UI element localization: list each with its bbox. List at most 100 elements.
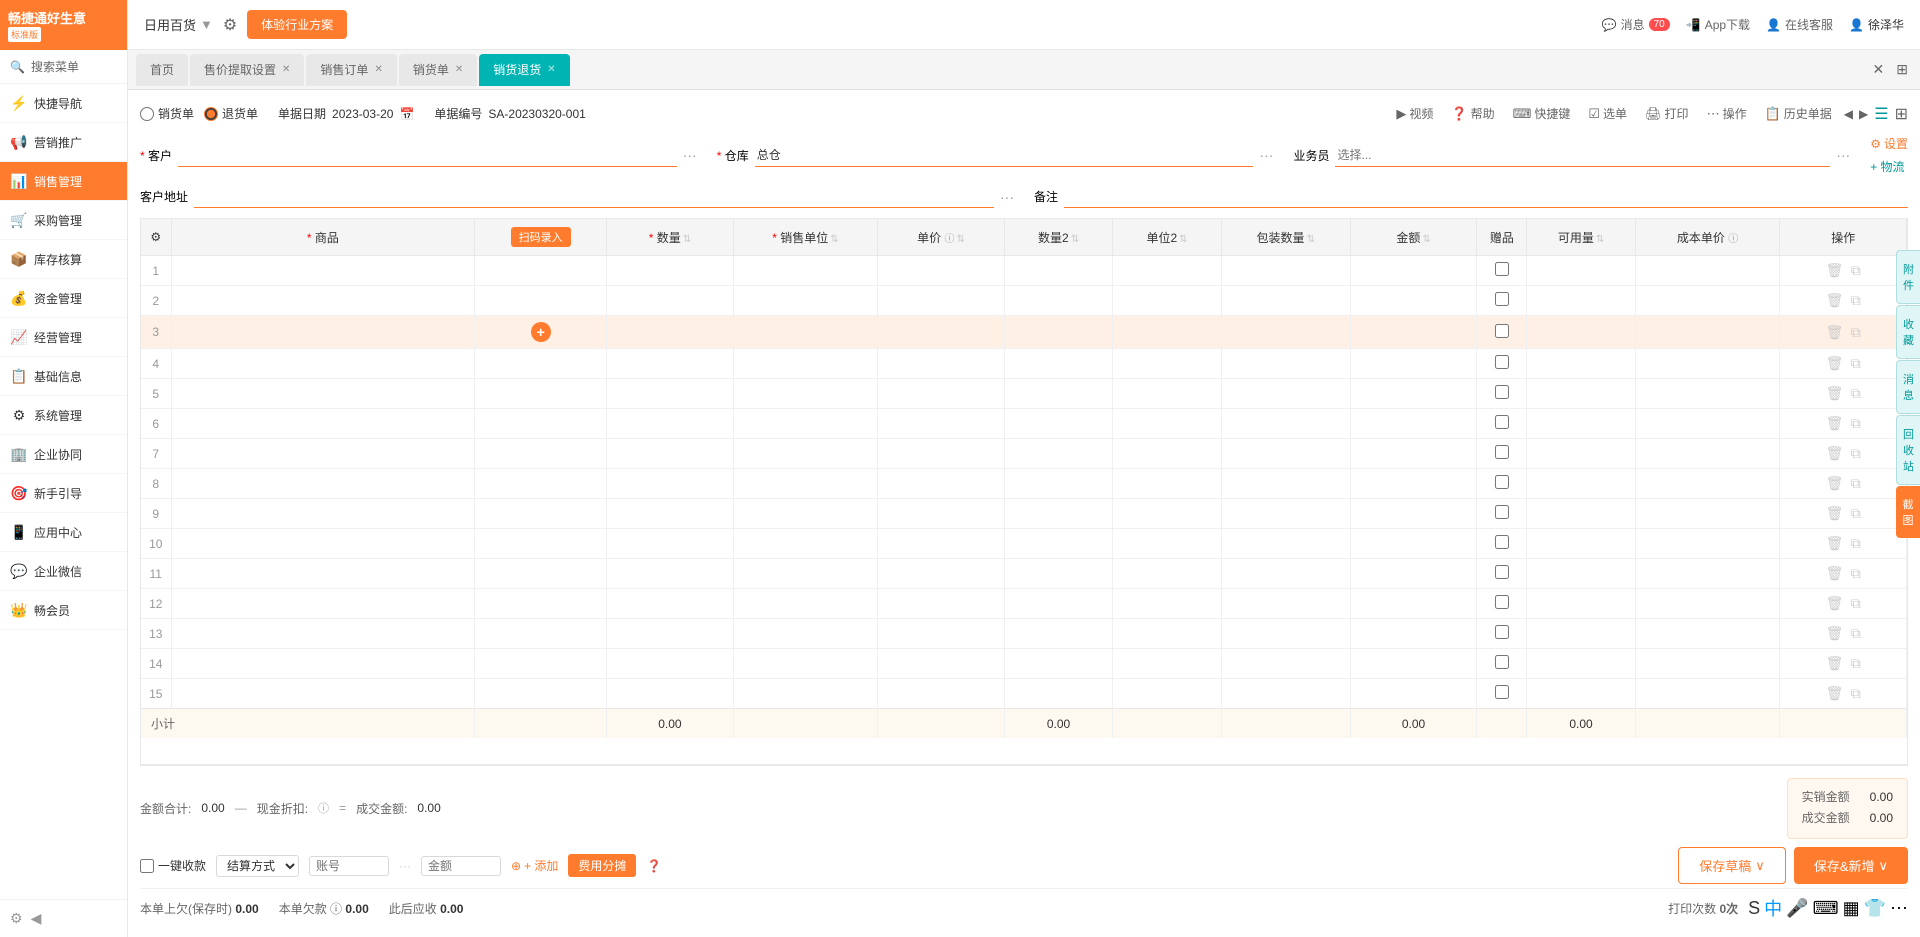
unit2-cell-4[interactable] bbox=[1113, 349, 1221, 379]
amount-cell-1[interactable] bbox=[1350, 256, 1477, 286]
price-cell-15[interactable] bbox=[878, 679, 1005, 709]
tab-return-close[interactable]: ✕ bbox=[547, 64, 555, 75]
available-cell-7[interactable] bbox=[1527, 439, 1635, 469]
copy-row-6[interactable]: ⧉ bbox=[1851, 415, 1861, 431]
product-cell-1[interactable] bbox=[171, 256, 475, 286]
qty-cell-6[interactable] bbox=[607, 409, 734, 439]
mic-icon[interactable]: 🎤 bbox=[1786, 898, 1808, 919]
sidebar-item-finance[interactable]: 💰 资金管理 bbox=[0, 279, 127, 318]
tab-goods[interactable]: 销货单 ✕ bbox=[399, 54, 477, 86]
unit-cell-14[interactable] bbox=[733, 649, 878, 679]
qty-cell-8[interactable] bbox=[607, 469, 734, 499]
sidebar-item-sales[interactable]: 📊 销售管理 bbox=[0, 162, 127, 201]
sidebar-item-system[interactable]: ⚙ 系统管理 bbox=[0, 396, 127, 435]
price-cell-14[interactable] bbox=[878, 649, 1005, 679]
amount-cell-7[interactable] bbox=[1350, 439, 1477, 469]
tab-order-close[interactable]: ✕ bbox=[374, 64, 382, 75]
qty-cell-10[interactable] bbox=[607, 529, 734, 559]
amount-cell-9[interactable] bbox=[1350, 499, 1477, 529]
copy-row-14[interactable]: ⧉ bbox=[1851, 655, 1861, 671]
user-info[interactable]: 👤 徐泽华 bbox=[1849, 16, 1904, 33]
settle-method-select[interactable]: 结算方式 bbox=[216, 855, 299, 877]
unit2-cell-13[interactable] bbox=[1113, 619, 1221, 649]
available-cell-13[interactable] bbox=[1527, 619, 1635, 649]
gift-checkbox-13[interactable] bbox=[1495, 625, 1509, 639]
price-cell-2[interactable] bbox=[878, 286, 1005, 316]
qty2-cell-4[interactable] bbox=[1004, 349, 1112, 379]
product-cell-7[interactable] bbox=[171, 439, 475, 469]
cost-cell-3[interactable] bbox=[1635, 316, 1780, 349]
price-cell-7[interactable] bbox=[878, 439, 1005, 469]
available-cell-2[interactable] bbox=[1527, 286, 1635, 316]
price-cell-3[interactable] bbox=[878, 316, 1005, 349]
pack-cell-12[interactable] bbox=[1221, 589, 1350, 619]
unit2-cell-5[interactable] bbox=[1113, 379, 1221, 409]
available-cell-6[interactable] bbox=[1527, 409, 1635, 439]
qty-cell-12[interactable] bbox=[607, 589, 734, 619]
float-message[interactable]: 消息 bbox=[1896, 360, 1920, 414]
sidebar-item-member[interactable]: 👑 畅会员 bbox=[0, 591, 127, 630]
product-cell-12[interactable] bbox=[171, 589, 475, 619]
gift-checkbox-11[interactable] bbox=[1495, 565, 1509, 579]
cash-discount-help[interactable]: ⓘ bbox=[318, 800, 329, 816]
shortcut-btn[interactable]: ⌨ 快捷键 bbox=[1507, 102, 1577, 125]
sidebar-item-marketing[interactable]: 📢 营销推广 bbox=[0, 123, 127, 162]
setup-btn[interactable]: ⚙ 设置 bbox=[1870, 135, 1908, 152]
qty2-cell-15[interactable] bbox=[1004, 679, 1112, 709]
gift-checkbox-10[interactable] bbox=[1495, 535, 1509, 549]
tab-home[interactable]: 首页 bbox=[136, 54, 188, 86]
pack-cell-4[interactable] bbox=[1221, 349, 1350, 379]
cost-cell-8[interactable] bbox=[1635, 469, 1780, 499]
nav-next-icon[interactable]: ▶ bbox=[1859, 107, 1868, 121]
gift-cell-1[interactable] bbox=[1477, 256, 1527, 286]
pack-cell-6[interactable] bbox=[1221, 409, 1350, 439]
delete-row-13[interactable]: 🗑 bbox=[1826, 625, 1844, 641]
copy-row-5[interactable]: ⧉ bbox=[1851, 385, 1861, 401]
product-cell-15[interactable] bbox=[171, 679, 475, 709]
gift-cell-8[interactable] bbox=[1477, 469, 1527, 499]
gift-cell-4[interactable] bbox=[1477, 349, 1527, 379]
qty2-cell-6[interactable] bbox=[1004, 409, 1112, 439]
copy-row-3[interactable]: ⧉ bbox=[1851, 324, 1861, 340]
delete-row-7[interactable]: 🗑 bbox=[1826, 445, 1844, 461]
staff-input[interactable] bbox=[1335, 144, 1830, 167]
customer-more-icon[interactable]: ··· bbox=[683, 147, 697, 163]
pack-cell-7[interactable] bbox=[1221, 439, 1350, 469]
product-cell-2[interactable] bbox=[171, 286, 475, 316]
copy-row-12[interactable]: ⧉ bbox=[1851, 595, 1861, 611]
float-favorite[interactable]: 收藏 bbox=[1896, 305, 1920, 359]
delete-row-4[interactable]: 🗑 bbox=[1826, 355, 1844, 371]
scan-btn[interactable]: 扫码录入 bbox=[511, 227, 571, 247]
product-cell-6[interactable] bbox=[171, 409, 475, 439]
qty2-cell-12[interactable] bbox=[1004, 589, 1112, 619]
pack-cell-5[interactable] bbox=[1221, 379, 1350, 409]
amount-cell-4[interactable] bbox=[1350, 349, 1477, 379]
app-download-item[interactable]: 📲 App下载 bbox=[1686, 16, 1750, 33]
more-icon[interactable]: ⋯ bbox=[1890, 898, 1908, 919]
copy-row-4[interactable]: ⧉ bbox=[1851, 355, 1861, 371]
gift-checkbox-14[interactable] bbox=[1495, 655, 1509, 669]
amount-cell-13[interactable] bbox=[1350, 619, 1477, 649]
price-cell-4[interactable] bbox=[878, 349, 1005, 379]
unit-cell-1[interactable] bbox=[733, 256, 878, 286]
warehouse-input[interactable] bbox=[755, 144, 1254, 167]
address-input[interactable] bbox=[194, 185, 994, 208]
available-cell-4[interactable] bbox=[1527, 349, 1635, 379]
cost-cell-14[interactable] bbox=[1635, 649, 1780, 679]
account-input[interactable] bbox=[309, 856, 389, 876]
address-more-icon[interactable]: ··· bbox=[1000, 189, 1014, 205]
float-recycle[interactable]: 回收站 bbox=[1896, 415, 1920, 485]
amount-cell-5[interactable] bbox=[1350, 379, 1477, 409]
header-settings-icon[interactable]: ⚙ bbox=[223, 15, 237, 35]
gift-cell-6[interactable] bbox=[1477, 409, 1527, 439]
copy-row-7[interactable]: ⧉ bbox=[1851, 445, 1861, 461]
unit-cell-2[interactable] bbox=[733, 286, 878, 316]
unit2-cell-2[interactable] bbox=[1113, 286, 1221, 316]
gift-checkbox-6[interactable] bbox=[1495, 415, 1509, 429]
settings-bottom-icon[interactable]: ⚙ bbox=[10, 910, 23, 927]
delete-row-3[interactable]: 🗑 bbox=[1826, 324, 1844, 340]
radio-return-input[interactable] bbox=[204, 107, 218, 121]
qty-cell-5[interactable] bbox=[607, 379, 734, 409]
select-btn[interactable]: ☑ 选单 bbox=[1582, 102, 1633, 125]
price-cell-6[interactable] bbox=[878, 409, 1005, 439]
